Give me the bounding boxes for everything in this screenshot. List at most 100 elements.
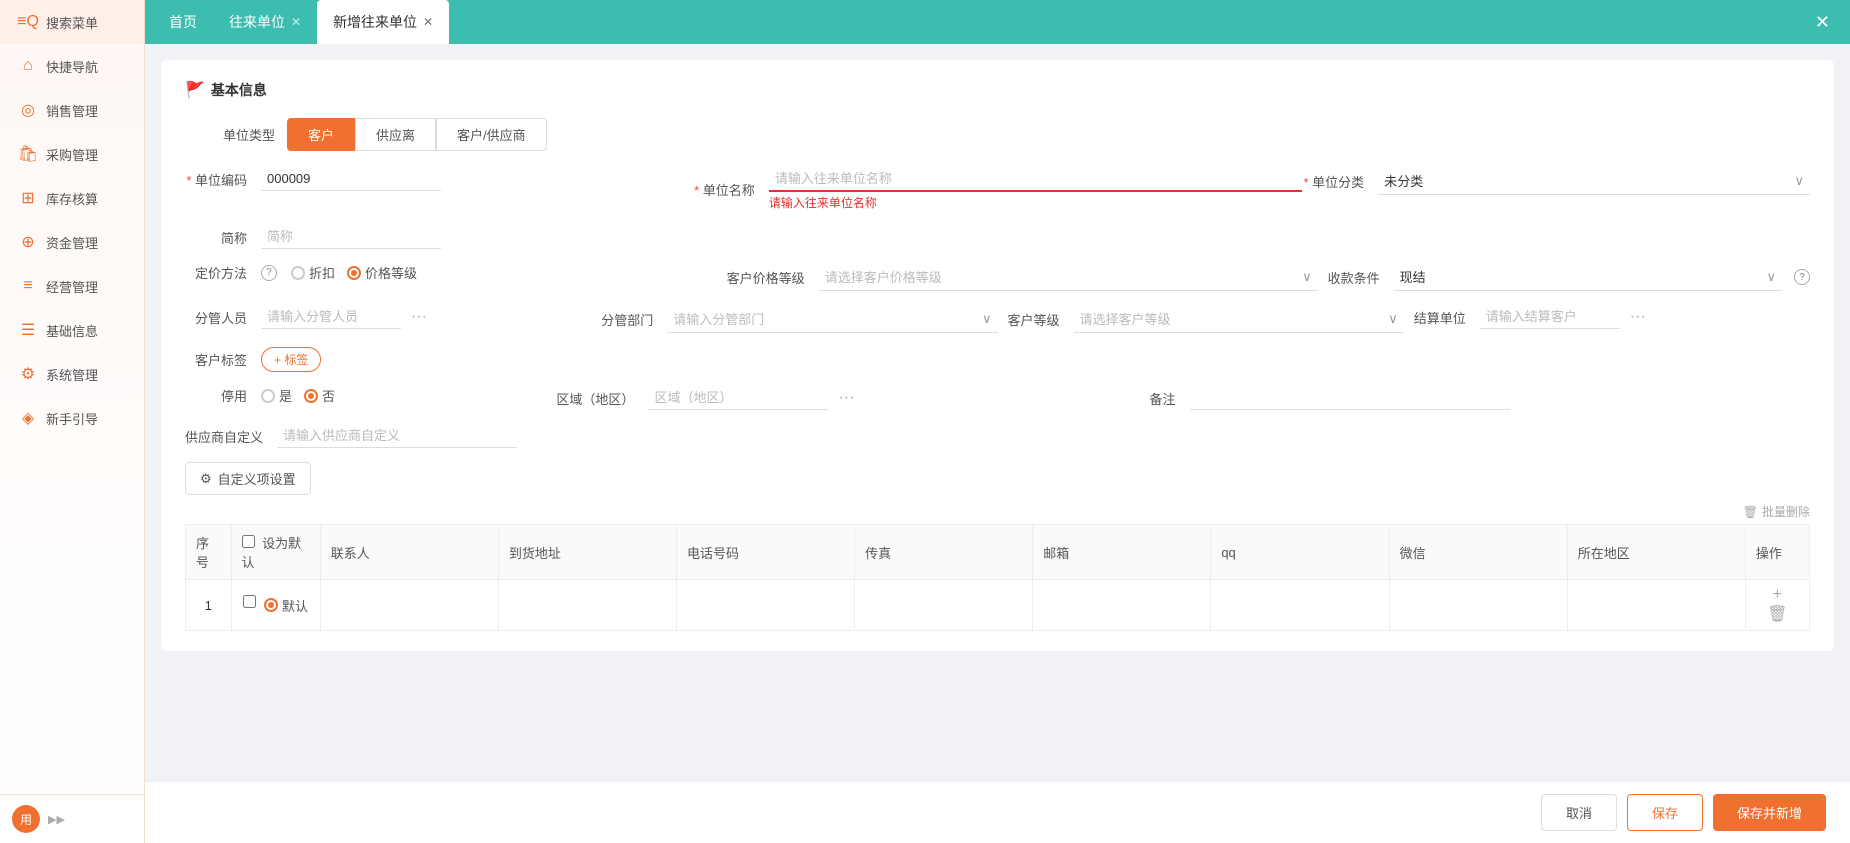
sidebar-item-quicknav[interactable]: ⌂ 快捷导航: [0, 44, 144, 88]
cell-region[interactable]: [1567, 580, 1745, 631]
field-payment-condition: 收款条件 现结 ∨ ?: [1318, 263, 1810, 291]
sidebar-item-sales[interactable]: ◎ 销售管理: [0, 88, 144, 132]
table-region-input[interactable]: [1578, 598, 1735, 613]
unit-category-select[interactable]: 未分类 ∨: [1378, 167, 1810, 195]
delete-row-button[interactable]: 🗑: [1764, 604, 1790, 624]
radio-grade[interactable]: 价格等级: [347, 263, 417, 282]
wechat-input[interactable]: [1400, 598, 1557, 613]
qq-input[interactable]: [1221, 598, 1378, 613]
custom-settings-button[interactable]: ⚙ 自定义项设置: [185, 462, 311, 495]
note-input[interactable]: [1190, 386, 1510, 410]
fax-input[interactable]: [865, 598, 1022, 613]
customer-grade-label: 客户等级: [998, 310, 1068, 329]
sidebar-item-inventory[interactable]: ⊞ 库存核算: [0, 176, 144, 220]
tab-partners[interactable]: 往来单位 ✕: [213, 0, 317, 44]
supplier-custom-input[interactable]: [277, 424, 517, 448]
sidebar-item-purchase[interactable]: 🛍 采购管理: [0, 132, 144, 176]
btn-both[interactable]: 客户/供应商: [436, 118, 547, 151]
field-supervisor: 分管人员 ···: [185, 305, 591, 329]
radio-discount[interactable]: 折扣: [291, 263, 335, 282]
supervisor-input[interactable]: [261, 305, 401, 329]
operations-icon: ≡: [18, 276, 38, 296]
dept-select[interactable]: 请输入分管部门 ∨: [667, 305, 997, 333]
cell-contact[interactable]: [320, 580, 498, 631]
region-more-icon[interactable]: ···: [834, 389, 858, 407]
tab-new-partner-close[interactable]: ✕: [423, 15, 433, 29]
phone-input[interactable]: [687, 598, 844, 613]
disable-radio-group: 是 否: [261, 386, 335, 405]
customer-grade-select[interactable]: 请选择客户等级 ∨: [1074, 305, 1404, 333]
field-unit-name: 单位名称 请输入往来单位名称: [693, 167, 1302, 211]
unit-name-input[interactable]: [769, 167, 1302, 192]
col-phone: 电话号码: [677, 525, 855, 580]
pricing-method-label: 定价方法: [185, 263, 255, 282]
batch-delete-btn[interactable]: 🗑 批量删除: [185, 503, 1810, 520]
cell-fax[interactable]: [855, 580, 1033, 631]
field-supplier-custom: 供应商自定义: [185, 424, 1810, 448]
bottom-bar: 取消 保存 保存并新增: [145, 781, 1850, 843]
email-input[interactable]: [1043, 598, 1200, 613]
supervisor-more-icon[interactable]: ···: [407, 308, 431, 326]
home-icon: ⌂: [18, 56, 38, 76]
window-close-button[interactable]: ✕: [1803, 12, 1842, 33]
tab-new-partner[interactable]: 新增往来单位 ✕: [317, 0, 449, 44]
radio-yes-circle: [261, 389, 275, 403]
field-settlement-unit: 结算单位 ···: [1404, 305, 1810, 329]
tab-home[interactable]: 首页: [153, 0, 213, 44]
row-customer-tag: 客户标签 + 标签: [185, 347, 1810, 372]
radio-default[interactable]: 默认: [264, 596, 308, 615]
address-input[interactable]: [509, 598, 666, 613]
payment-condition-select[interactable]: 现结 ∨: [1394, 263, 1782, 291]
main-area: 首页 往来单位 ✕ 新增往来单位 ✕ ✕ 🚩 基本信息 单位类型 客户 供应离 …: [145, 0, 1850, 843]
radio-disable-no[interactable]: 否: [304, 386, 335, 405]
payment-help-icon[interactable]: ?: [1794, 269, 1810, 285]
cell-phone[interactable]: [677, 580, 855, 631]
pricing-help-icon[interactable]: ?: [261, 265, 277, 281]
cell-qq[interactable]: [1211, 580, 1389, 631]
contact-input[interactable]: [331, 598, 488, 613]
cell-action: + 🗑: [1745, 580, 1809, 631]
dept-label: 分管部门: [591, 310, 661, 329]
chevron-down-icon2: ∨: [1302, 269, 1312, 285]
sidebar-item-finance[interactable]: ⊕ 资金管理: [0, 220, 144, 264]
sidebar-item-operations[interactable]: ≡ 经营管理: [0, 264, 144, 308]
save-button[interactable]: 保存: [1627, 794, 1703, 831]
section-title: 🚩 基本信息: [185, 80, 1810, 100]
cell-email[interactable]: [1033, 580, 1211, 631]
sidebar-item-basic[interactable]: ☰ 基础信息: [0, 308, 144, 352]
row-checkbox[interactable]: [243, 595, 256, 608]
field-note: 备注: [1114, 386, 1810, 410]
col-seq: 序号: [186, 525, 232, 580]
radio-disable-yes[interactable]: 是: [261, 386, 292, 405]
save-new-button[interactable]: 保存并新增: [1713, 794, 1826, 831]
sidebar-item-guide[interactable]: ◈ 新手引导: [0, 396, 144, 440]
sidebar-item-system[interactable]: ⚙ 系统管理: [0, 352, 144, 396]
purchase-icon: 🛍: [18, 144, 38, 164]
field-unit-category: 单位分类 未分类 ∨: [1302, 167, 1810, 195]
settlement-unit-input[interactable]: [1480, 305, 1620, 329]
sidebar-item-search[interactable]: ≡Q 搜索菜单: [0, 0, 144, 44]
row-pricing: 定价方法 ? 折扣 价格等级 客户价格: [185, 263, 1810, 291]
short-name-input[interactable]: [261, 225, 441, 249]
radio-grade-circle: [347, 266, 361, 280]
field-pricing-method: 定价方法 ? 折扣 价格等级: [185, 263, 727, 282]
btn-customer[interactable]: 客户: [287, 118, 355, 151]
unit-code-input[interactable]: [261, 167, 441, 191]
select-all-checkbox[interactable]: [242, 535, 255, 548]
flag-icon: 🚩: [185, 80, 205, 100]
row-supplier-custom: 供应商自定义: [185, 424, 1810, 448]
customer-price-label: 客户价格等级: [727, 268, 813, 287]
supplier-custom-label: 供应商自定义: [185, 427, 271, 446]
add-tag-button[interactable]: + 标签: [261, 347, 321, 372]
region-input[interactable]: [648, 386, 828, 410]
cell-wechat[interactable]: [1389, 580, 1567, 631]
cell-address[interactable]: [498, 580, 676, 631]
system-icon: ⚙: [18, 364, 38, 384]
btn-supplier[interactable]: 供应离: [355, 118, 436, 151]
customer-price-select[interactable]: 请选择客户价格等级 ∨: [819, 263, 1318, 291]
add-row-button[interactable]: +: [1770, 586, 1785, 604]
row-supervisor: 分管人员 ··· 分管部门 请输入分管部门 ∨ 客户等级 请选择客户等级 ∨: [185, 305, 1810, 333]
settlement-more-icon[interactable]: ···: [1626, 308, 1650, 326]
cancel-button[interactable]: 取消: [1541, 794, 1617, 831]
tab-partners-close[interactable]: ✕: [291, 15, 301, 29]
